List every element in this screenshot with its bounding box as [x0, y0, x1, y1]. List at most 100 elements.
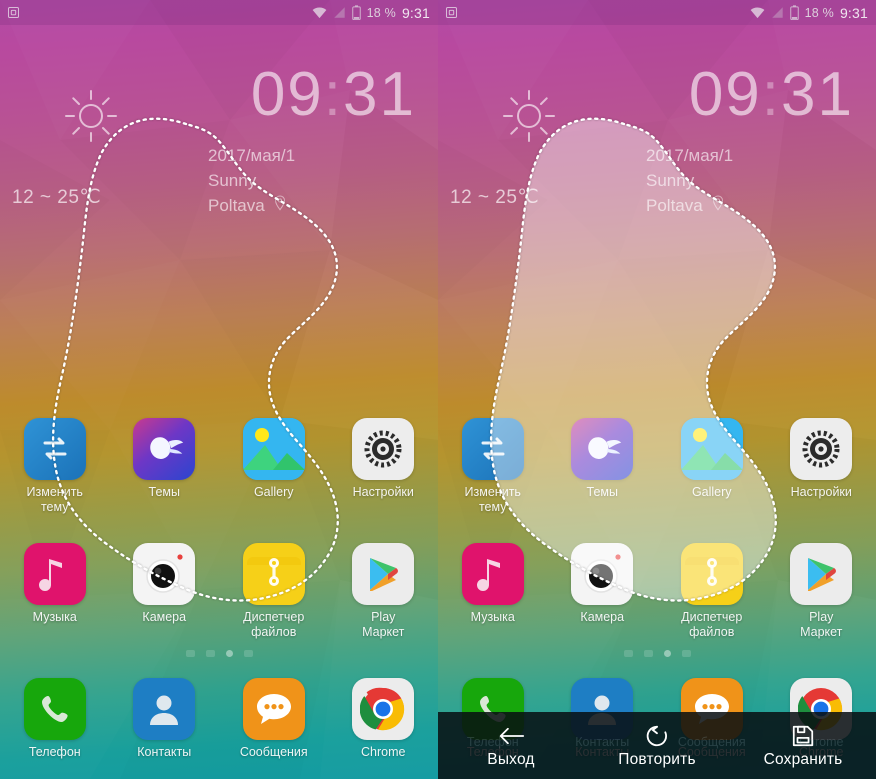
gallery-picture-icon[interactable] [680, 418, 743, 480]
app-gallery[interactable]: Gallery [219, 418, 329, 515]
sun-icon [63, 88, 119, 144]
signal-icon [333, 6, 346, 19]
app-grid-row-1: Изменить тему Темы Gallery Настройки [0, 418, 438, 515]
play-store-icon[interactable] [352, 543, 415, 605]
wifi-icon [312, 6, 327, 19]
app-change-theme[interactable]: Изменить тему [438, 418, 548, 515]
signal-icon [771, 6, 784, 19]
sun-icon [501, 88, 557, 144]
weather-info: 2017/мая/1 Sunny Poltava [208, 143, 295, 218]
page-dot [205, 650, 215, 657]
status-bar: 18 % 9:31 [0, 0, 438, 25]
page-dot-active [663, 650, 671, 657]
app-settings[interactable]: Настройки [329, 418, 439, 515]
app-music[interactable]: Музыка [438, 543, 548, 640]
app-label: Изменить тему [464, 485, 521, 514]
contacts-icon[interactable] [133, 678, 196, 740]
clock-widget: 09:31 [251, 64, 416, 126]
app-gallery[interactable]: Gallery [657, 418, 767, 515]
phone-screen-before: 18 % 9:31 12 ~ 25℃ 09:31 2017/мая/1 Sunn… [0, 0, 438, 779]
settings-gear-icon[interactable] [790, 418, 853, 480]
page-dot [185, 650, 195, 657]
app-music[interactable]: Музыка [0, 543, 110, 640]
app-camera[interactable]: Камера [548, 543, 658, 640]
app-label: Темы [148, 485, 180, 499]
music-note-icon[interactable] [23, 543, 86, 605]
file-manager-icon[interactable] [242, 543, 305, 605]
widget-date: 2017/мая/1 [208, 146, 296, 165]
location-pin-icon [711, 193, 725, 218]
weather-city: Poltava [646, 196, 703, 215]
app-chrome[interactable]: Chrome [329, 678, 439, 760]
dock: Телефон Контакты [0, 678, 438, 760]
app-grid-row-2: Музыка Камера Диспетчер файлов Play Марк… [0, 543, 438, 640]
retry-button[interactable]: Повторить [584, 723, 730, 769]
app-label: Диспетчер файлов [681, 610, 743, 639]
app-play-market[interactable]: Play Маркет [329, 543, 439, 640]
themes-butterfly-icon[interactable] [571, 418, 634, 480]
camera-icon[interactable] [133, 543, 196, 605]
save-button[interactable]: Сохранить [730, 723, 876, 769]
phone-screen-after-selection: 18 % 9:31 12 ~ 25℃ 09:31 2017/мая/1 Sunn… [438, 0, 876, 779]
floppy-disk-save-icon [791, 723, 815, 749]
app-grid-row-2: Музыка Камера Диспетчер файлов Play Марк… [438, 543, 876, 640]
save-label: Сохранить [763, 750, 843, 768]
app-label: Сообщения [239, 745, 308, 759]
temperature-range: 12 ~ 25℃ [450, 187, 540, 208]
app-label: Контакты [137, 745, 192, 759]
gallery-picture-icon[interactable] [242, 418, 305, 480]
status-bar: 18 % 9:31 [438, 0, 876, 25]
page-indicator[interactable] [0, 650, 438, 657]
theme-switch-icon[interactable] [461, 418, 524, 480]
app-contacts[interactable]: Контакты [110, 678, 220, 760]
status-bar-left [6, 5, 21, 20]
app-themes[interactable]: Темы [548, 418, 658, 515]
screenshot-crop-icon [6, 5, 21, 20]
app-settings[interactable]: Настройки [767, 418, 876, 515]
app-label: Телефон [28, 745, 81, 759]
app-label: Музыка [470, 610, 515, 624]
app-themes[interactable]: Темы [110, 418, 220, 515]
app-label: Настройки [352, 485, 414, 499]
settings-gear-icon[interactable] [352, 418, 415, 480]
clock-colon: : [323, 60, 344, 129]
app-label: Музыка [32, 610, 77, 624]
page-dot [623, 650, 633, 657]
app-camera[interactable]: Камера [110, 543, 220, 640]
app-label: Темы [586, 485, 618, 499]
app-change-theme[interactable]: Изменить тему [0, 418, 110, 515]
file-manager-icon[interactable] [680, 543, 743, 605]
page-dot [681, 650, 691, 657]
app-messages[interactable]: Сообщения [219, 678, 329, 760]
clock-hours: 09 [688, 60, 762, 129]
play-store-icon[interactable] [790, 543, 853, 605]
clock-minutes: 31 [343, 60, 416, 129]
app-label: Настройки [790, 485, 852, 499]
temperature-range: 12 ~ 25℃ [12, 187, 102, 208]
app-label: Play Маркет [362, 610, 405, 639]
app-file-manager[interactable]: Диспетчер файлов [657, 543, 767, 640]
theme-switch-icon[interactable] [23, 418, 86, 480]
weather-city: Poltava [208, 196, 265, 215]
status-bar-clock: 9:31 [839, 4, 868, 21]
page-indicator[interactable] [438, 650, 876, 657]
exit-button[interactable]: Выход [438, 723, 584, 769]
weather-condition: Sunny [646, 171, 695, 190]
phone-icon[interactable] [23, 678, 86, 740]
messages-icon[interactable] [242, 678, 305, 740]
camera-icon[interactable] [571, 543, 634, 605]
screenshot-comparison-stage: 18 % 9:31 12 ~ 25℃ 09:31 2017/мая/1 Sunn… [0, 0, 876, 779]
music-note-icon[interactable] [461, 543, 524, 605]
weather-info: 2017/мая/1 Sunny Poltava [646, 143, 733, 218]
app-label: Камера [580, 610, 625, 624]
themes-butterfly-icon[interactable] [133, 418, 196, 480]
app-label: Chrome [361, 745, 406, 759]
clock-widget: 09:31 [689, 64, 854, 126]
app-play-market[interactable]: Play Маркет [767, 543, 876, 640]
chrome-icon[interactable] [352, 678, 415, 740]
status-bar-left [444, 5, 459, 20]
weather-condition: Sunny [208, 171, 257, 190]
app-phone[interactable]: Телефон [0, 678, 110, 760]
wifi-icon [750, 6, 765, 19]
app-file-manager[interactable]: Диспетчер файлов [219, 543, 329, 640]
